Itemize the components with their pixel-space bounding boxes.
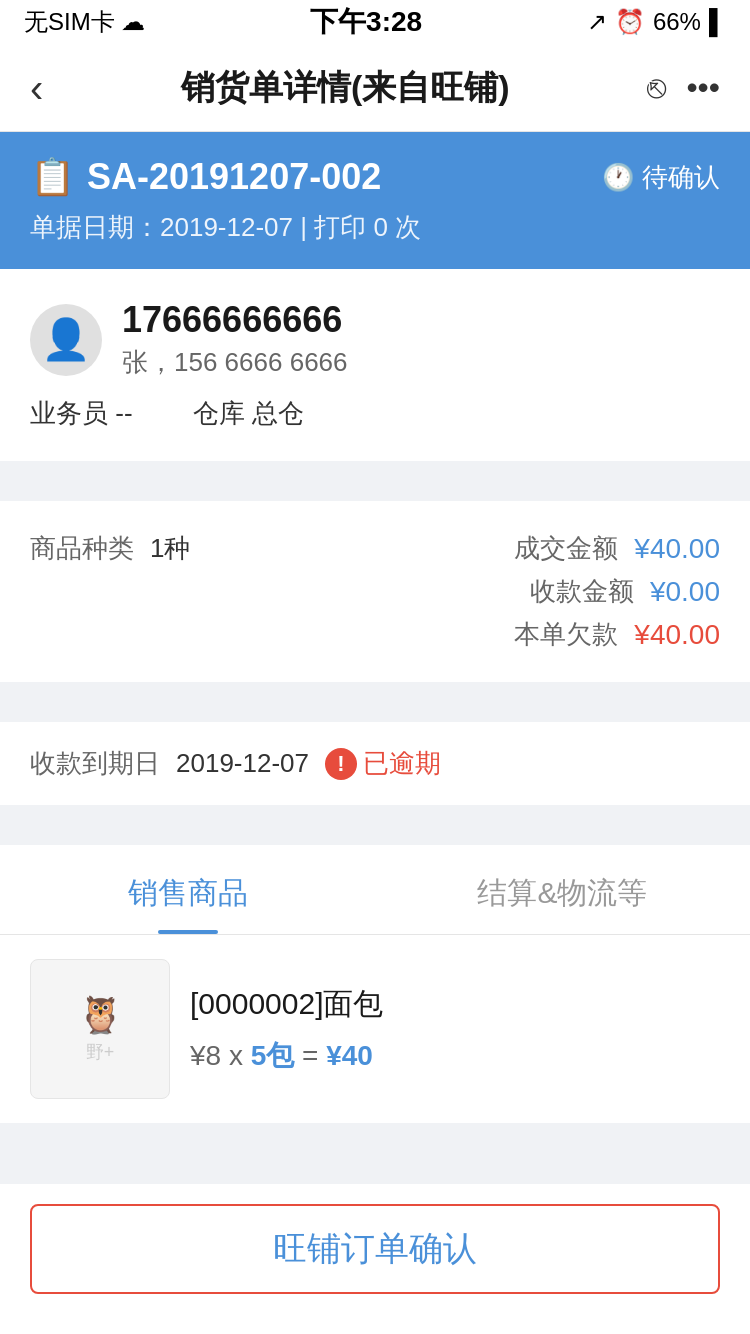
due-date: 2019-12-07 [176,748,309,779]
status-time: 下午3:28 [310,3,422,41]
received-row: 收款金额 ¥0.00 [530,574,720,609]
more-icon[interactable]: ••• [686,69,720,106]
multiply-sign: x [229,1040,243,1071]
warehouse-item: 仓库 总仓 [193,396,304,431]
salesperson-value: -- [115,398,132,428]
tab-settlement-label: 结算&物流等 [477,876,647,909]
order-id: 📋 SA-20191207-002 [30,156,381,198]
person-icon: 👤 [41,316,91,363]
product-section: 🦉 野+ [0000002]面包 ¥8 x 5包 = ¥40 [0,935,750,1123]
overdue-text: 已逾期 [363,746,441,781]
equals-sign: = [302,1040,318,1071]
alarm-icon: ⏰ [615,8,645,36]
due-section: 收款到期日 2019-12-07 ! 已逾期 [0,722,750,805]
owed-row: 本单欠款 ¥40.00 [514,617,720,652]
info-right: 成交金额 ¥40.00 收款金额 ¥0.00 本单欠款 ¥40.00 [514,531,720,652]
total-value: ¥40 [326,1040,373,1071]
salesperson-label: 业务员 [30,398,108,428]
order-id-text: SA-20191207-002 [87,156,381,198]
tab-products-label: 销售商品 [128,876,248,909]
tabs-row: 销售商品 结算&物流等 [0,845,750,935]
divider-2 [0,702,750,722]
order-id-icon: 📋 [30,156,75,198]
order-status: 🕐 待确认 [602,160,720,195]
status-text: 待确认 [642,160,720,195]
page-title: 销货单详情(来自旺铺) [181,65,510,111]
location-icon: ↗ [587,8,607,36]
received-label: 收款金额 [530,574,634,609]
status-bar: 无SIM卡 ☁ 下午3:28 ↗ ⏰ 66% ▌ [0,0,750,44]
warehouse-value: 总仓 [252,398,304,428]
product-logo-text: 野+ [78,1040,123,1064]
info-left: 商品种类 1种 [30,531,190,566]
type-value: 1种 [150,531,190,566]
product-image: 🦉 野+ [30,959,170,1099]
customer-row: 👤 17666666666 张，156 6666 6666 [30,299,720,380]
info-row: 商品种类 1种 成交金额 ¥40.00 收款金额 ¥0.00 本单欠款 ¥40.… [30,531,720,652]
status-left: 无SIM卡 ☁ [24,6,145,38]
nav-bar: ‹ 销货单详情(来自旺铺) ⎋ ••• [0,44,750,132]
salesperson-item: 业务员 -- [30,396,133,431]
order-header-top: 📋 SA-20191207-002 🕐 待确认 [30,156,720,198]
avatar: 👤 [30,304,102,376]
share-icon[interactable]: ⎋ [647,69,666,106]
no-sim-text: 无SIM卡 ☁ [24,6,145,38]
amount-label: 成交金额 [514,531,618,566]
received-value: ¥0.00 [650,576,720,608]
divider-1 [0,481,750,501]
amount-row: 成交金额 ¥40.00 [514,531,720,566]
tab-products[interactable]: 销售商品 [0,845,375,934]
battery-text: 66% [653,8,701,36]
divider-3 [0,825,750,845]
overdue-badge: ! 已逾期 [325,746,441,781]
amount-value: ¥40.00 [634,533,720,565]
order-header: 📋 SA-20191207-002 🕐 待确认 单据日期：2019-12-07 … [0,132,750,269]
customer-section: 👤 17666666666 张，156 6666 6666 业务员 -- 仓库 … [0,269,750,461]
overdue-icon: ! [325,748,357,780]
due-label: 收款到期日 [30,746,160,781]
status-right: ↗ ⏰ 66% ▌ [587,8,726,36]
warehouse-label: 仓库 [193,398,245,428]
product-price: ¥8 x 5包 = ¥40 [190,1037,720,1075]
tab-settlement[interactable]: 结算&物流等 [375,845,750,934]
back-button[interactable]: ‹ [30,68,43,108]
clock-icon: 🕐 [602,162,634,193]
product-name: [0000002]面包 [190,984,720,1025]
owed-value: ¥40.00 [634,619,720,651]
type-label: 商品种类 [30,531,134,566]
price-value: ¥8 [190,1040,221,1071]
nav-right[interactable]: ⎋ ••• [647,69,720,106]
battery-icon: ▌ [709,8,726,36]
product-item: 🦉 野+ [0000002]面包 ¥8 x 5包 = ¥40 [30,959,720,1099]
customer-meta: 业务员 -- 仓库 总仓 [30,396,720,431]
confirm-button[interactable]: 旺铺订单确认 [30,1204,720,1294]
customer-info: 17666666666 张，156 6666 6666 [122,299,348,380]
owed-label: 本单欠款 [514,617,618,652]
tabs-section: 销售商品 结算&物流等 [0,845,750,935]
customer-name-phone: 张，156 6666 6666 [122,345,348,380]
bottom-bar: 旺铺订单确认 [0,1184,750,1334]
product-info: [0000002]面包 ¥8 x 5包 = ¥40 [190,984,720,1075]
confirm-button-label: 旺铺订单确认 [273,1226,477,1272]
nav-left[interactable]: ‹ [30,68,43,108]
customer-phone: 17666666666 [122,299,348,341]
info-section: 商品种类 1种 成交金额 ¥40.00 收款金额 ¥0.00 本单欠款 ¥40.… [0,501,750,682]
quantity-value: 5包 [251,1040,295,1071]
order-date: 单据日期：2019-12-07 | 打印 0 次 [30,210,720,245]
product-logo: 🦉 野+ [78,994,123,1064]
